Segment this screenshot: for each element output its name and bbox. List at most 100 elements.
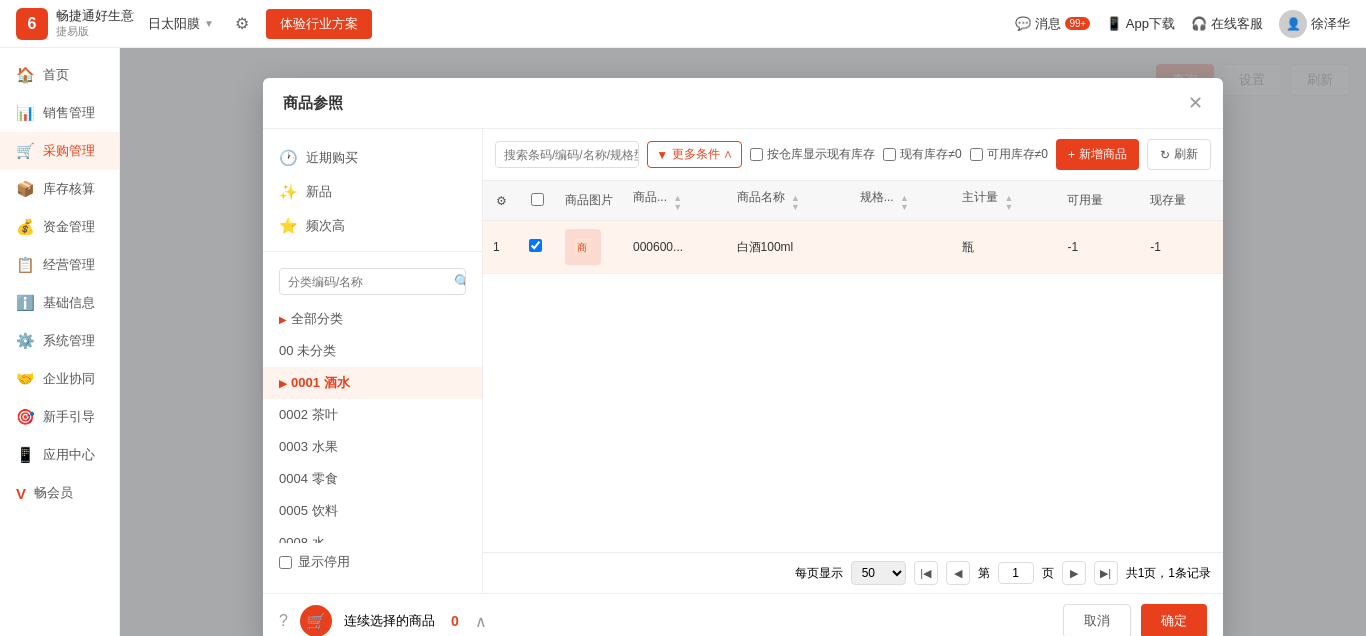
sidebar-item-system[interactable]: ⚙️ 系统管理 [0, 322, 119, 360]
trial-button[interactable]: 体验行业方案 [266, 9, 372, 39]
category-snack-label: 0004 零食 [279, 470, 338, 488]
arrow-liquor-icon: ▶ [279, 378, 287, 389]
category-water-label: 0008 水 [279, 534, 325, 543]
row-image: 商 [555, 221, 623, 274]
warehouse-display-checkbox[interactable] [750, 148, 763, 161]
member-icon: V [16, 485, 26, 502]
category-drink[interactable]: 0005 饮料 [263, 495, 482, 527]
sidebar-purchase-label: 采购管理 [43, 142, 95, 160]
sidebar-item-inventory[interactable]: 📦 库存核算 [0, 170, 119, 208]
sidebar-item-business[interactable]: 📋 经营管理 [0, 246, 119, 284]
sidebar-system-label: 系统管理 [43, 332, 95, 350]
warehouse-display-checkbox-label[interactable]: 按仓库显示现有库存 [750, 146, 875, 163]
add-product-button[interactable]: + 新增商品 [1056, 139, 1139, 170]
user-menu[interactable]: 👤 徐泽华 [1279, 10, 1350, 38]
sort-code-icon: ▲▼ [673, 194, 682, 212]
help-icon[interactable]: ? [279, 612, 288, 630]
modal-close-button[interactable]: ✕ [1188, 92, 1203, 114]
category-fruit[interactable]: 0003 水果 [263, 431, 482, 463]
top-nav: 6 畅捷通好生意 捷易版 日太阳膜 ▼ ⚙ 体验行业方案 💬 消息 99+ 📱 … [0, 0, 1366, 48]
sidebar-home-label: 首页 [43, 66, 69, 84]
page-size-select[interactable]: 50 100 200 [851, 561, 906, 585]
sidebar-item-home[interactable]: 🏠 首页 [0, 56, 119, 94]
sidebar-item-app-center[interactable]: 📱 应用中心 [0, 436, 119, 474]
category-snack[interactable]: 0004 零食 [263, 463, 482, 495]
messages-button[interactable]: 💬 消息 99+ [1015, 15, 1089, 33]
svg-text:商: 商 [577, 242, 587, 253]
sidebar-item-sales[interactable]: 📊 销售管理 [0, 94, 119, 132]
sidebar-item-enterprise[interactable]: 🤝 企业协同 [0, 360, 119, 398]
show-disabled-checkbox[interactable] [279, 556, 292, 569]
col-available[interactable]: 可用量 [1057, 181, 1140, 221]
content-area: 查询 设置 刷新 商品参照 ✕ 🕐 近期购买 [120, 48, 1366, 636]
col-spec[interactable]: 规格... ▲▼ [850, 181, 952, 221]
sidebar-basic-info-label: 基础信息 [43, 294, 95, 312]
quick-filter-new[interactable]: ✨ 新品 [263, 175, 482, 209]
collapse-footer-icon[interactable]: ∧ [475, 612, 487, 631]
last-page-button[interactable]: ▶| [1094, 561, 1118, 585]
category-uncategorized[interactable]: 00 未分类 [263, 335, 482, 367]
info-icon: ℹ️ [16, 294, 35, 312]
category-tea[interactable]: 0002 茶叶 [263, 399, 482, 431]
sidebar-item-finance[interactable]: 💰 资金管理 [0, 208, 119, 246]
available-not-zero-checkbox[interactable] [970, 148, 983, 161]
col-settings[interactable]: ⚙ [483, 181, 519, 221]
row-checkbox[interactable] [519, 221, 555, 274]
business-icon: 📋 [16, 256, 35, 274]
app-download-button[interactable]: 📱 App下载 [1106, 15, 1175, 33]
cart-button[interactable]: 🛒 [300, 605, 332, 636]
store-selector[interactable]: 日太阳膜 ▼ [136, 15, 226, 33]
col-stock[interactable]: 现存量 [1140, 181, 1223, 221]
stock-not-zero-checkbox-label[interactable]: 现有库存≠0 [883, 146, 961, 163]
refresh-button[interactable]: ↻ 刷新 [1147, 139, 1211, 170]
col-name[interactable]: 商品名称 ▲▼ [727, 181, 850, 221]
row-code: 000600... [623, 221, 727, 274]
sidebar-item-basic-info[interactable]: ℹ️ 基础信息 [0, 284, 119, 322]
col-code[interactable]: 商品... ▲▼ [623, 181, 727, 221]
show-disabled-label[interactable]: 显示停用 [298, 553, 350, 571]
category-liquor[interactable]: ▶ 0001 酒水 [263, 367, 482, 399]
category-all[interactable]: ▶ 全部分类 [263, 303, 482, 335]
table-row[interactable]: 1 商 [483, 221, 1223, 274]
cancel-button[interactable]: 取消 [1063, 604, 1131, 636]
category-tree: ▶ 全部分类 00 未分类 ▶ 0001 酒水 0002 茶 [263, 303, 482, 543]
col-checkbox[interactable] [519, 181, 555, 221]
page-number-input[interactable] [998, 562, 1034, 584]
product-search-input[interactable] [496, 143, 639, 167]
logo-subtitle: 捷易版 [56, 24, 134, 39]
message-icon: 💬 [1015, 16, 1031, 31]
category-water[interactable]: 0008 水 [263, 527, 482, 543]
stock-not-zero-checkbox[interactable] [883, 148, 896, 161]
table-header-row: ⚙ 商品图片 商品... [483, 181, 1223, 221]
available-not-zero-checkbox-label[interactable]: 可用库存≠0 [970, 146, 1048, 163]
recent-label: 近期购买 [306, 149, 358, 167]
stock-not-zero-label: 现有库存≠0 [900, 146, 961, 163]
col-unit[interactable]: 主计量 ▲▼ [952, 181, 1057, 221]
select-all-checkbox[interactable] [531, 193, 544, 206]
guide-icon: 🎯 [16, 408, 35, 426]
sidebar-item-member[interactable]: V 畅会员 [0, 474, 119, 512]
customer-service-button[interactable]: 🎧 在线客服 [1191, 15, 1263, 33]
category-search-input[interactable] [280, 270, 446, 294]
sidebar: 🏠 首页 📊 销售管理 🛒 采购管理 📦 库存核算 💰 资金管理 📋 经营管理 … [0, 48, 120, 636]
sidebar-item-purchase[interactable]: 🛒 采购管理 [0, 132, 119, 170]
category-search-box: 🔍 [279, 268, 466, 295]
modal-overlay: 商品参照 ✕ 🕐 近期购买 ✨ 新品 [120, 48, 1366, 636]
modal-title: 商品参照 [283, 94, 343, 113]
modal-footer: ? 🛒 连续选择的商品 0 ∧ 取消 确定 [263, 593, 1223, 636]
footer-actions: 取消 确定 [1063, 604, 1207, 636]
prev-page-button[interactable]: ◀ [946, 561, 970, 585]
confirm-button[interactable]: 确定 [1141, 604, 1207, 636]
category-search-button[interactable]: 🔍 [446, 269, 466, 294]
avatar: 👤 [1279, 10, 1307, 38]
enterprise-icon: 🤝 [16, 370, 35, 388]
quick-filter-recent[interactable]: 🕐 近期购买 [263, 141, 482, 175]
category-uncategorized-label: 00 未分类 [279, 342, 336, 360]
first-page-button[interactable]: |◀ [914, 561, 938, 585]
next-page-button[interactable]: ▶ [1062, 561, 1086, 585]
more-filter-button[interactable]: ▼ 更多条件 ∧ [647, 141, 742, 168]
sidebar-item-guide[interactable]: 🎯 新手引导 [0, 398, 119, 436]
settings-icon[interactable]: ⚙ [226, 8, 258, 40]
row-select-checkbox[interactable] [529, 239, 542, 252]
quick-filter-frequent[interactable]: ⭐ 频次高 [263, 209, 482, 243]
